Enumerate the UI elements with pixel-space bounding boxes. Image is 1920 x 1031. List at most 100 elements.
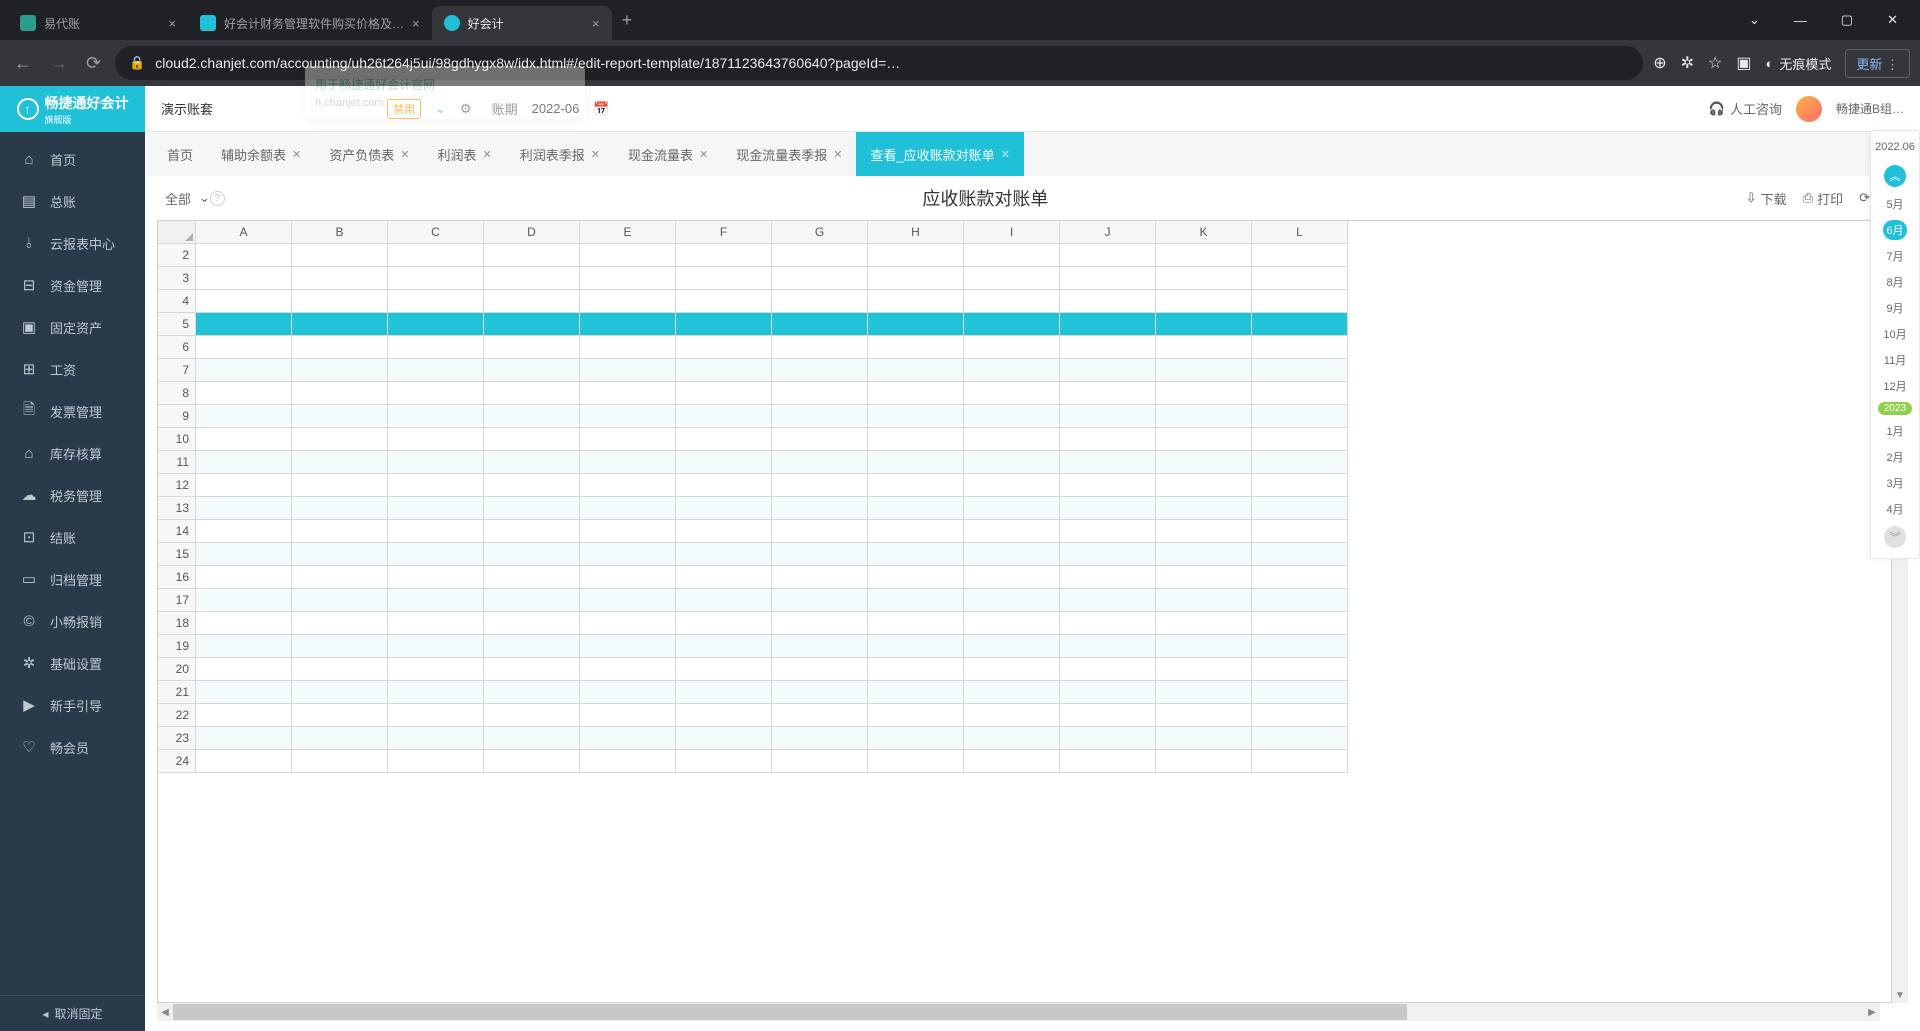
user-name[interactable]: 畅捷通B组…	[1836, 100, 1904, 117]
close-icon[interactable]: ✕	[833, 148, 842, 161]
sidebar-item-6[interactable]: 🗎发票管理	[0, 390, 145, 432]
cell[interactable]	[1156, 290, 1252, 313]
month-item[interactable]: 3月	[1886, 470, 1903, 496]
cell[interactable]	[1156, 750, 1252, 773]
page-tab-2[interactable]: 资产负债表✕	[315, 132, 423, 176]
cell[interactable]	[484, 405, 580, 428]
column-header-E[interactable]: E	[580, 221, 676, 244]
column-header-K[interactable]: K	[1156, 221, 1252, 244]
cell[interactable]	[964, 750, 1060, 773]
row-header-23[interactable]: 23	[158, 727, 196, 750]
cell[interactable]	[388, 313, 484, 336]
cell[interactable]	[868, 589, 964, 612]
cell[interactable]	[1252, 543, 1348, 566]
maximize-icon[interactable]: ▢	[1827, 6, 1867, 34]
calendar-icon[interactable]: 📅	[593, 101, 609, 117]
cell[interactable]	[292, 267, 388, 290]
close-icon[interactable]: ×	[592, 16, 600, 31]
human-service-button[interactable]: 🎧 人工咨询	[1709, 99, 1782, 118]
cell[interactable]	[1060, 497, 1156, 520]
cell[interactable]	[1156, 244, 1252, 267]
cell[interactable]	[484, 382, 580, 405]
cell[interactable]	[1060, 405, 1156, 428]
cell[interactable]	[868, 635, 964, 658]
cell[interactable]	[1156, 520, 1252, 543]
cell[interactable]	[1252, 359, 1348, 382]
cell[interactable]	[196, 520, 292, 543]
cell[interactable]	[1252, 313, 1348, 336]
cell[interactable]	[292, 382, 388, 405]
browser-tab-2[interactable]: 好会计 ×	[432, 6, 612, 40]
cell[interactable]	[772, 543, 868, 566]
cell[interactable]	[772, 451, 868, 474]
sidebar-item-10[interactable]: ▭归档管理	[0, 558, 145, 600]
cell[interactable]	[292, 750, 388, 773]
cell[interactable]	[388, 589, 484, 612]
cell[interactable]	[484, 428, 580, 451]
page-tab-6[interactable]: 现金流量表季报✕	[722, 132, 856, 176]
cell[interactable]	[676, 405, 772, 428]
cell[interactable]	[1156, 405, 1252, 428]
cell[interactable]	[964, 497, 1060, 520]
cell[interactable]	[484, 336, 580, 359]
cell[interactable]	[580, 244, 676, 267]
cell[interactable]	[1156, 382, 1252, 405]
cell[interactable]	[580, 566, 676, 589]
page-tab-7[interactable]: 查看_应收账款对账单✕	[856, 132, 1023, 176]
forward-button[interactable]: →	[46, 49, 72, 78]
cell[interactable]	[1060, 290, 1156, 313]
cell[interactable]	[580, 589, 676, 612]
print-button[interactable]: ⎙ 打印	[1803, 189, 1843, 208]
row-header-4[interactable]: 4	[158, 290, 196, 313]
cell[interactable]	[1156, 543, 1252, 566]
cell[interactable]	[1156, 704, 1252, 727]
cell[interactable]	[772, 359, 868, 382]
cell[interactable]	[196, 382, 292, 405]
cell[interactable]	[196, 497, 292, 520]
cell[interactable]	[1060, 313, 1156, 336]
download-button[interactable]: ⇩ 下载	[1746, 189, 1787, 208]
close-icon[interactable]: ✕	[591, 148, 600, 161]
row-header-13[interactable]: 13	[158, 497, 196, 520]
cell[interactable]	[1156, 681, 1252, 704]
cell[interactable]	[388, 382, 484, 405]
cell[interactable]	[1252, 267, 1348, 290]
cell[interactable]	[772, 727, 868, 750]
cell[interactable]	[1060, 474, 1156, 497]
cell[interactable]	[1060, 658, 1156, 681]
cell[interactable]	[388, 336, 484, 359]
cell[interactable]	[772, 612, 868, 635]
cell[interactable]	[580, 405, 676, 428]
sidebar-item-5[interactable]: ⊞工资	[0, 348, 145, 390]
cell[interactable]	[388, 428, 484, 451]
cell[interactable]	[196, 612, 292, 635]
page-tab-1[interactable]: 辅助余额表✕	[207, 132, 315, 176]
row-header-11[interactable]: 11	[158, 451, 196, 474]
cell[interactable]	[676, 543, 772, 566]
sidebar-item-4[interactable]: ▣固定资产	[0, 306, 145, 348]
sidebar-item-7[interactable]: ⌂库存核算	[0, 432, 145, 474]
cell[interactable]	[964, 681, 1060, 704]
cell[interactable]	[1156, 589, 1252, 612]
page-tab-0[interactable]: 首页	[153, 132, 207, 176]
month-item[interactable]: 7月	[1883, 243, 1906, 269]
page-tab-5[interactable]: 现金流量表✕	[614, 132, 722, 176]
cell[interactable]	[292, 313, 388, 336]
cell[interactable]	[292, 566, 388, 589]
cell[interactable]	[1252, 750, 1348, 773]
cell[interactable]	[772, 566, 868, 589]
cell[interactable]	[868, 543, 964, 566]
bookmark-icon[interactable]: ☆	[1708, 53, 1722, 73]
column-header-D[interactable]: D	[484, 221, 580, 244]
close-icon[interactable]: ×	[412, 16, 420, 31]
cell[interactable]	[388, 566, 484, 589]
cell[interactable]	[196, 474, 292, 497]
cell[interactable]	[1060, 359, 1156, 382]
cell[interactable]	[772, 520, 868, 543]
cell[interactable]	[1252, 336, 1348, 359]
cell[interactable]	[1060, 543, 1156, 566]
cell[interactable]	[868, 520, 964, 543]
cell[interactable]	[676, 704, 772, 727]
cell[interactable]	[868, 359, 964, 382]
row-header-21[interactable]: 21	[158, 681, 196, 704]
